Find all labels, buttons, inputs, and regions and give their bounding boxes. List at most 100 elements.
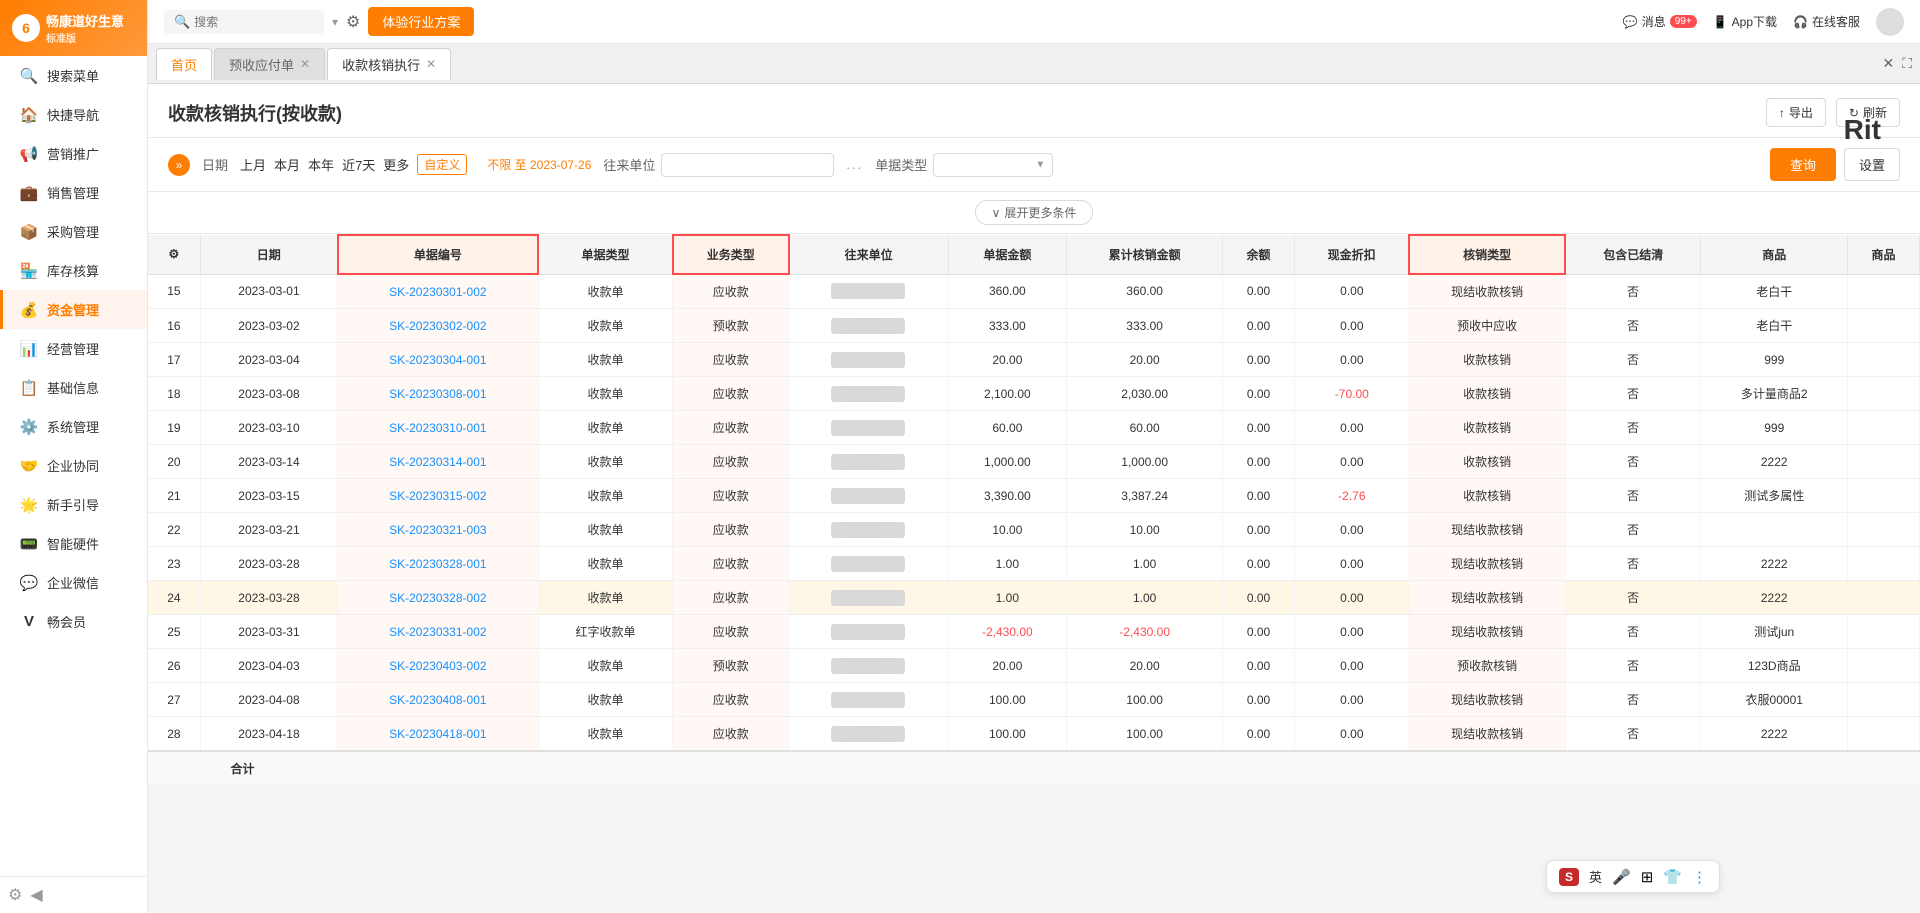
- doc-no-link[interactable]: SK-20230314-001: [389, 455, 486, 469]
- query-button[interactable]: 查询: [1770, 148, 1836, 181]
- row-balance: 0.00: [1223, 274, 1295, 309]
- doc-no-link[interactable]: SK-20230328-001: [389, 557, 486, 571]
- row-goods2: [1848, 683, 1920, 717]
- row-cumulative: 1.00: [1067, 547, 1223, 581]
- date-this-year[interactable]: 本年: [308, 155, 334, 174]
- doc-no-link[interactable]: SK-20230310-001: [389, 421, 486, 435]
- tab-prepay[interactable]: 预收应付单 ✕: [214, 48, 325, 80]
- page-header: 收款核销执行(按收款) ↑ 导出 ↻ 刷新: [148, 84, 1920, 138]
- sidebar-item-marketing[interactable]: 📢 营销推广: [0, 134, 147, 173]
- doc-no-link[interactable]: SK-20230418-001: [389, 727, 486, 741]
- row-cumulative: 100.00: [1067, 717, 1223, 752]
- tab-collection-close[interactable]: ✕: [426, 57, 436, 71]
- col-biz-type: 业务类型: [673, 235, 789, 274]
- online-service-item[interactable]: 🎧 在线客服: [1793, 13, 1860, 30]
- tab-prepay-close[interactable]: ✕: [300, 57, 310, 71]
- home-icon: 🏠: [19, 106, 39, 124]
- tab-maximize-icon[interactable]: ⛶: [1902, 55, 1912, 72]
- app-download-item[interactable]: 📱 App下载: [1713, 13, 1777, 30]
- row-cumulative: 10.00: [1067, 513, 1223, 547]
- row-doc-no: SK-20230314-001: [338, 445, 538, 479]
- table-row: 28 2023-04-18 SK-20230418-001 收款单 应收款 ██…: [148, 717, 1920, 752]
- date-7days[interactable]: 近7天: [342, 155, 375, 174]
- message-icon: 💬: [1623, 15, 1638, 29]
- doc-no-link[interactable]: SK-20230302-002: [389, 319, 486, 333]
- sidebar-item-sales[interactable]: 💼 销售管理: [0, 173, 147, 212]
- doc-no-link[interactable]: SK-20230331-002: [389, 625, 486, 639]
- ime-keyboard-icon[interactable]: ⊞: [1641, 868, 1654, 886]
- messages-item[interactable]: 💬 消息 99+: [1623, 13, 1697, 30]
- row-goods: 老白干: [1701, 309, 1848, 343]
- receipt-type-select[interactable]: [933, 153, 1053, 177]
- collapse-icon[interactable]: ◀: [30, 885, 42, 905]
- doc-no-link[interactable]: SK-20230304-001: [389, 353, 486, 367]
- topbar-gear-icon[interactable]: ⚙: [346, 12, 360, 32]
- user-avatar[interactable]: [1876, 8, 1904, 36]
- export-button[interactable]: ↑ 导出: [1766, 98, 1826, 127]
- row-cumulative: 1,000.00: [1067, 445, 1223, 479]
- settings-icon[interactable]: ⚙: [169, 247, 180, 261]
- ime-lang-label[interactable]: 英: [1589, 867, 1602, 886]
- sidebar-item-basic[interactable]: 📋 基础信息: [0, 368, 147, 407]
- sidebar-item-member[interactable]: V 畅会员: [0, 602, 147, 641]
- tab-home[interactable]: 首页: [156, 48, 212, 80]
- row-include-settled: 否: [1565, 274, 1701, 309]
- setting-button[interactable]: 设置: [1844, 148, 1900, 181]
- search-input[interactable]: [194, 15, 294, 29]
- ime-more-icon[interactable]: ⋮: [1692, 868, 1707, 886]
- date-last-month[interactable]: 上月: [240, 155, 266, 174]
- settings-bottom-icon[interactable]: ⚙: [8, 885, 22, 905]
- ime-mic-icon[interactable]: 🎤: [1612, 868, 1631, 886]
- row-counterpart: ████: [789, 377, 948, 411]
- sidebar-item-operations[interactable]: 📊 经营管理: [0, 329, 147, 368]
- tab-close-icon[interactable]: ✕: [1882, 55, 1894, 72]
- doc-no-link[interactable]: SK-20230308-001: [389, 387, 486, 401]
- topbar-search[interactable]: 🔍: [164, 10, 324, 34]
- row-cancel-type: 现结收款核销: [1409, 513, 1565, 547]
- sidebar-item-guide[interactable]: 🌟 新手引导: [0, 485, 147, 524]
- sidebar-item-wechat[interactable]: 💬 企业微信: [0, 563, 147, 602]
- row-biz-type: 应收款: [673, 717, 789, 752]
- sidebar-item-finance[interactable]: 💰 资金管理: [0, 290, 147, 329]
- sidebar-item-hardware[interactable]: 📟 智能硬件: [0, 524, 147, 563]
- filter-expand-button[interactable]: »: [168, 154, 190, 176]
- date-label: 日期: [202, 155, 228, 174]
- doc-no-link[interactable]: SK-20230408-001: [389, 693, 486, 707]
- ime-shirt-icon[interactable]: 👕: [1663, 868, 1682, 886]
- date-this-month[interactable]: 本月: [274, 155, 300, 174]
- device-icon: 📟: [19, 535, 39, 553]
- tab-collection[interactable]: 收款核销执行 ✕: [327, 48, 451, 80]
- doc-no-link[interactable]: SK-20230315-002: [389, 489, 486, 503]
- counterpart-input[interactable]: [661, 153, 834, 177]
- table-header-row: ⚙ 日期 单据编号 单据类型 业务类型 往来单位 单据金额 累计核销金额 余额 …: [148, 235, 1920, 274]
- row-cancel-type: 收款核销: [1409, 445, 1565, 479]
- row-cumulative: 3,387.24: [1067, 479, 1223, 513]
- row-doc-no: SK-20230301-002: [338, 274, 538, 309]
- row-num: 16: [148, 309, 200, 343]
- date-more[interactable]: 更多: [383, 155, 409, 174]
- row-doc-no: SK-20230408-001: [338, 683, 538, 717]
- dropdown-arrow[interactable]: ▾: [332, 15, 338, 29]
- member-icon: V: [19, 613, 39, 630]
- solution-button[interactable]: 体验行业方案: [368, 7, 474, 36]
- doc-no-link[interactable]: SK-20230321-003: [389, 523, 486, 537]
- table-row: 27 2023-04-08 SK-20230408-001 收款单 应收款 ██…: [148, 683, 1920, 717]
- table-row: 24 2023-03-28 SK-20230328-002 收款单 应收款 ██…: [148, 581, 1920, 615]
- col-settings[interactable]: ⚙: [148, 235, 200, 274]
- sidebar-item-system[interactable]: ⚙️ 系统管理: [0, 407, 147, 446]
- custom-date-button[interactable]: 自定义: [417, 154, 467, 175]
- expand-more-button[interactable]: ∨ 展开更多条件: [975, 200, 1094, 225]
- doc-no-link[interactable]: SK-20230403-002: [389, 659, 486, 673]
- sidebar-item-enterprise[interactable]: 🤝 企业协同: [0, 446, 147, 485]
- doc-no-link[interactable]: SK-20230301-002: [389, 285, 486, 299]
- filter-expand-row: ∨ 展开更多条件: [148, 192, 1920, 234]
- doc-no-link[interactable]: SK-20230328-002: [389, 591, 486, 605]
- row-num: 18: [148, 377, 200, 411]
- sidebar-item-search[interactable]: 🔍 搜索菜单: [0, 56, 147, 95]
- row-date: 2023-03-15: [200, 479, 337, 513]
- sidebar-item-inventory[interactable]: 🏪 库存核算: [0, 251, 147, 290]
- row-cancel-type: 现结收款核销: [1409, 615, 1565, 649]
- sidebar-item-quick[interactable]: 🏠 快捷导航: [0, 95, 147, 134]
- row-goods: 测试jun: [1701, 615, 1848, 649]
- sidebar-item-purchase[interactable]: 📦 采购管理: [0, 212, 147, 251]
